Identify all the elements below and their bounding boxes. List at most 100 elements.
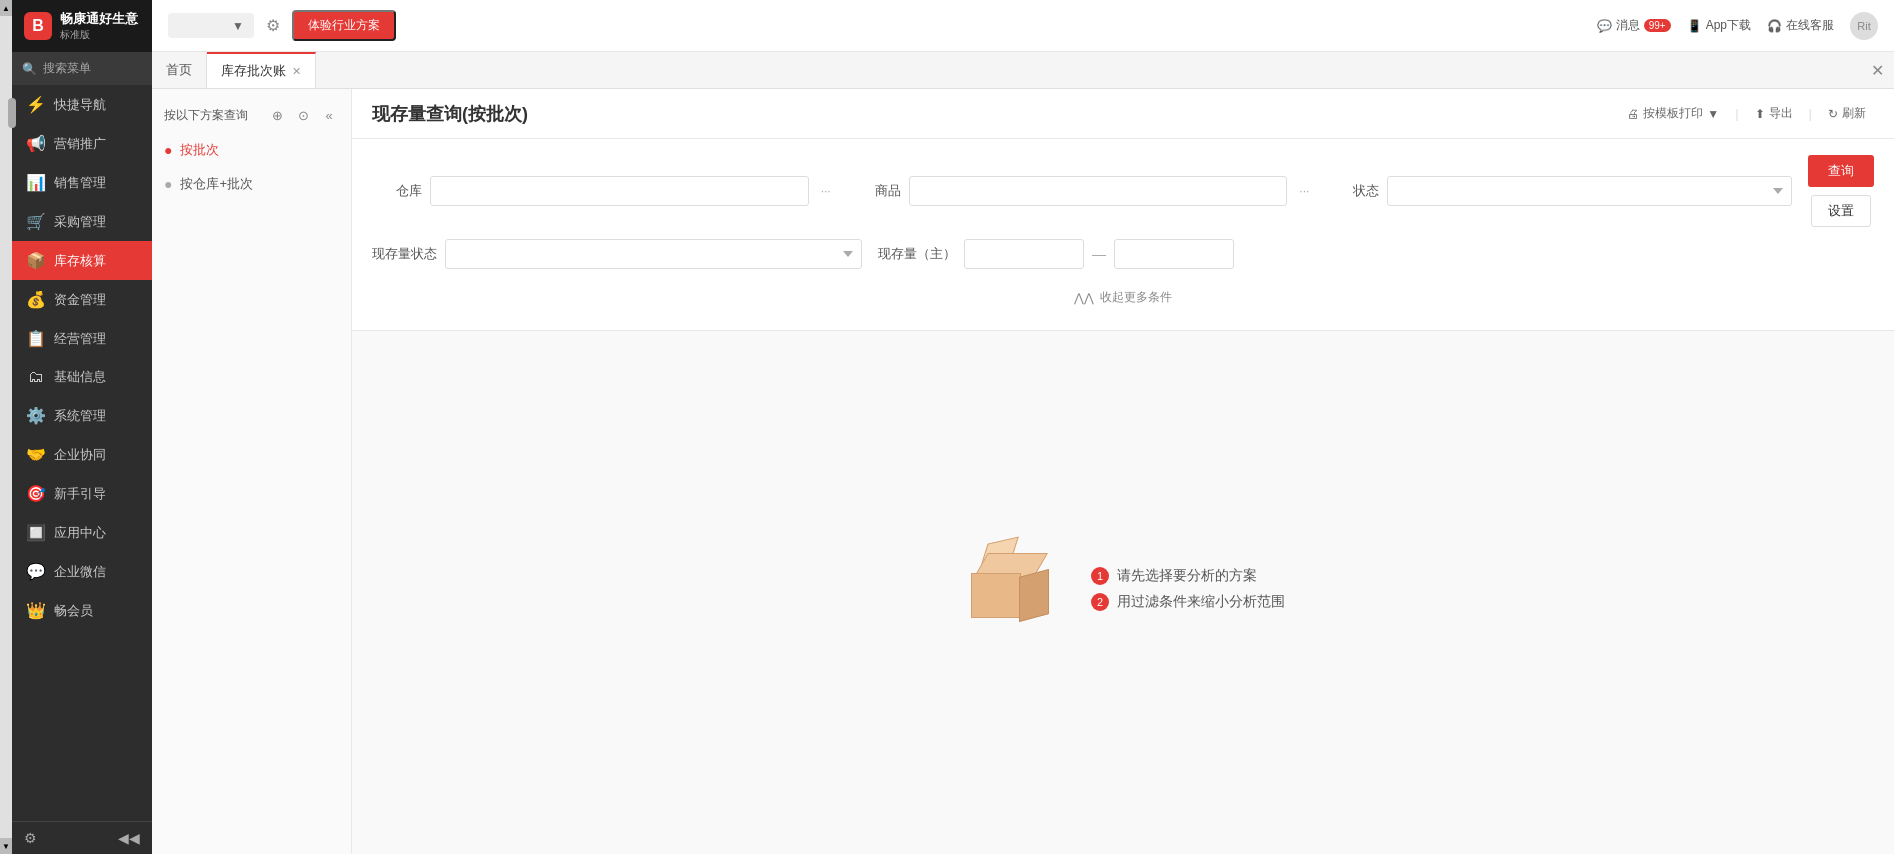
breadcrumb-arrow: ▼ [232,19,244,33]
app-name: 畅康通好生意 [60,11,138,28]
product-input[interactable] [909,176,1288,206]
topbar-right: 💬 消息 99+ 📱 App下载 🎧 在线客服 Rit [1597,12,1878,40]
nav-label-collab: 企业协同 [54,446,106,464]
app-edition: 标准版 [60,28,138,41]
sidebar-item-member[interactable]: 👑 畅会员 [12,591,152,630]
add-filter-btn[interactable]: ⊕ [267,105,287,125]
print-template-btn[interactable]: 🖨 按模板打印 ▼ [1619,101,1727,126]
content-area: 按以下方案查询 ⊕ ⊙ « ● 按批次 ● 按仓库+批次 现存量查询(按批次) [152,89,1894,854]
inventory-qty-to[interactable] [1114,239,1234,269]
printer-icon: 🖨 [1627,107,1639,121]
user-menu[interactable]: Rit [1850,12,1878,40]
nav-icon-finance: 💰 [26,290,46,309]
scroll-up[interactable]: ▲ [0,0,12,16]
action-sep-2: | [1809,106,1812,121]
refresh-btn[interactable]: ↻ 刷新 [1820,101,1874,126]
sidebar-item-apps[interactable]: 🔲 应用中心 [12,513,152,552]
sidebar-item-quick-nav[interactable]: ⚡ 快捷导航 [12,85,152,124]
product-input-wrapper [909,176,1288,206]
empty-inner: 1 请先选择要分析的方案 2 用过滤条件来缩小分析范围 [961,543,1285,643]
app-title: 畅康通好生意 标准版 [60,11,138,41]
phone-icon: 📱 [1687,19,1702,33]
messages-label: 消息 [1616,17,1640,34]
config-filter-btn[interactable]: ⊙ [293,105,313,125]
sidebar-item-inventory[interactable]: 📦 库存核算 [12,241,152,280]
search-icon: 🔍 [22,62,37,76]
inventory-status-select[interactable] [445,239,862,269]
nav-icon-apps: 🔲 [26,523,46,542]
nav-icon-guide: 🎯 [26,484,46,503]
messages-btn[interactable]: 💬 消息 99+ [1597,17,1671,34]
sidebar-item-system[interactable]: ⚙️ 系统管理 [12,396,152,435]
breadcrumb[interactable]: ▼ [168,13,254,38]
product-more-btn[interactable]: ··· [1295,184,1313,198]
panel-close-btn[interactable]: ✕ [1861,61,1894,80]
nav-icon-marketing: 📢 [26,134,46,153]
user-name: Rit [1857,20,1870,32]
collapse-icon[interactable]: ◀◀ [118,830,140,846]
nav-label-guide: 新手引导 [54,485,106,503]
warehouse-field: 仓库 ··· [372,176,835,206]
sidebar-item-wechat[interactable]: 💬 企业微信 [12,552,152,591]
trial-btn[interactable]: 体验行业方案 [292,10,396,41]
page-actions: 🖨 按模板打印 ▼ | ⬆ 导出 | ↻ 刷新 [1619,101,1874,126]
nav-icon-sales: 📊 [26,173,46,192]
scroll-down[interactable]: ▼ [0,838,12,854]
main-content: 现存量查询(按批次) 🖨 按模板打印 ▼ | ⬆ 导出 | ↻ [352,89,1894,854]
sidebar-item-sales[interactable]: 📊 销售管理 [12,163,152,202]
warehouse-input[interactable] [430,176,809,206]
collapse-more-btn[interactable]: ⋀⋀ 收起更多条件 [372,281,1874,314]
search-row-1: 仓库 ··· 商品 ··· 状态 [372,155,1874,227]
hint-1: 1 请先选择要分析的方案 [1091,567,1285,585]
nav-icon-operations: 📋 [26,329,46,348]
sidebar-item-operations[interactable]: 📋 经营管理 [12,319,152,358]
filter-item-warehouse-batch[interactable]: ● 按仓库+批次 [152,167,351,201]
nav-icon-collab: 🤝 [26,445,46,464]
sidebar-item-guide[interactable]: 🎯 新手引导 [12,474,152,513]
nav-label-marketing: 营销推广 [54,135,106,153]
nav-label-sales: 销售管理 [54,174,106,192]
warehouse-more-btn[interactable]: ··· [817,184,835,198]
status-select[interactable] [1387,176,1792,206]
settings-btn-form[interactable]: 设置 [1811,195,1871,227]
tab-inventory-batch[interactable]: 库存批次账 ✕ [207,52,316,88]
nav-label-system: 系统管理 [54,407,106,425]
page-title: 现存量查询(按批次) [372,102,528,126]
print-label: 按模板打印 [1643,105,1703,122]
app-download-label: App下载 [1706,17,1751,34]
nav-label-apps: 应用中心 [54,524,106,542]
collapse-filter-btn[interactable]: « [319,105,339,125]
export-btn[interactable]: ⬆ 导出 [1747,101,1801,126]
sidebar-scroll[interactable]: ▲ ▼ [0,0,12,854]
sidebar-item-marketing[interactable]: 📢 营销推广 [12,124,152,163]
inventory-qty-from[interactable] [964,239,1084,269]
hint-text-2: 用过滤条件来缩小分析范围 [1117,593,1285,611]
status-field: 状态 [1329,176,1792,206]
tabs-bar: 首页 库存批次账 ✕ ✕ [152,52,1894,89]
sidebar-item-collab[interactable]: 🤝 企业协同 [12,435,152,474]
app-download-btn[interactable]: 📱 App下载 [1687,17,1751,34]
nav-label-finance: 资金管理 [54,291,106,309]
action-sep-1: | [1735,106,1738,121]
hint-text-1: 请先选择要分析的方案 [1117,567,1257,585]
sidebar-item-finance[interactable]: 💰 资金管理 [12,280,152,319]
tab-label-inventory-batch: 库存批次账 [221,62,286,80]
headset-icon: 🎧 [1767,19,1782,33]
sidebar-item-basics[interactable]: 🗂 基础信息 [12,358,152,396]
nav-icon-member: 👑 [26,601,46,620]
tab-label-home: 首页 [166,61,192,79]
sidebar: B 畅康通好生意 标准版 🔍 搜索菜单 ⚡ 快捷导航 📢 营销推广 📊 销售管理… [12,0,152,854]
online-service-btn[interactable]: 🎧 在线客服 [1767,17,1834,34]
filter-item-batch[interactable]: ● 按批次 [152,133,351,167]
tab-close-inventory-batch[interactable]: ✕ [292,65,301,78]
inventory-qty-field: 现存量（主） — [878,239,1368,269]
nav-icon-wechat: 💬 [26,562,46,581]
query-btn[interactable]: 查询 [1808,155,1874,187]
tab-home[interactable]: 首页 [152,52,207,88]
settings-icon[interactable]: ⚙ [24,830,37,846]
sidebar-item-purchase[interactable]: 🛒 采购管理 [12,202,152,241]
sidebar-search[interactable]: 🔍 搜索菜单 [12,52,152,85]
filter-icon-warehouse-batch: ● [164,176,172,192]
refresh-icon: ↻ [1828,107,1838,121]
settings-btn[interactable]: ⚙ [266,16,280,35]
